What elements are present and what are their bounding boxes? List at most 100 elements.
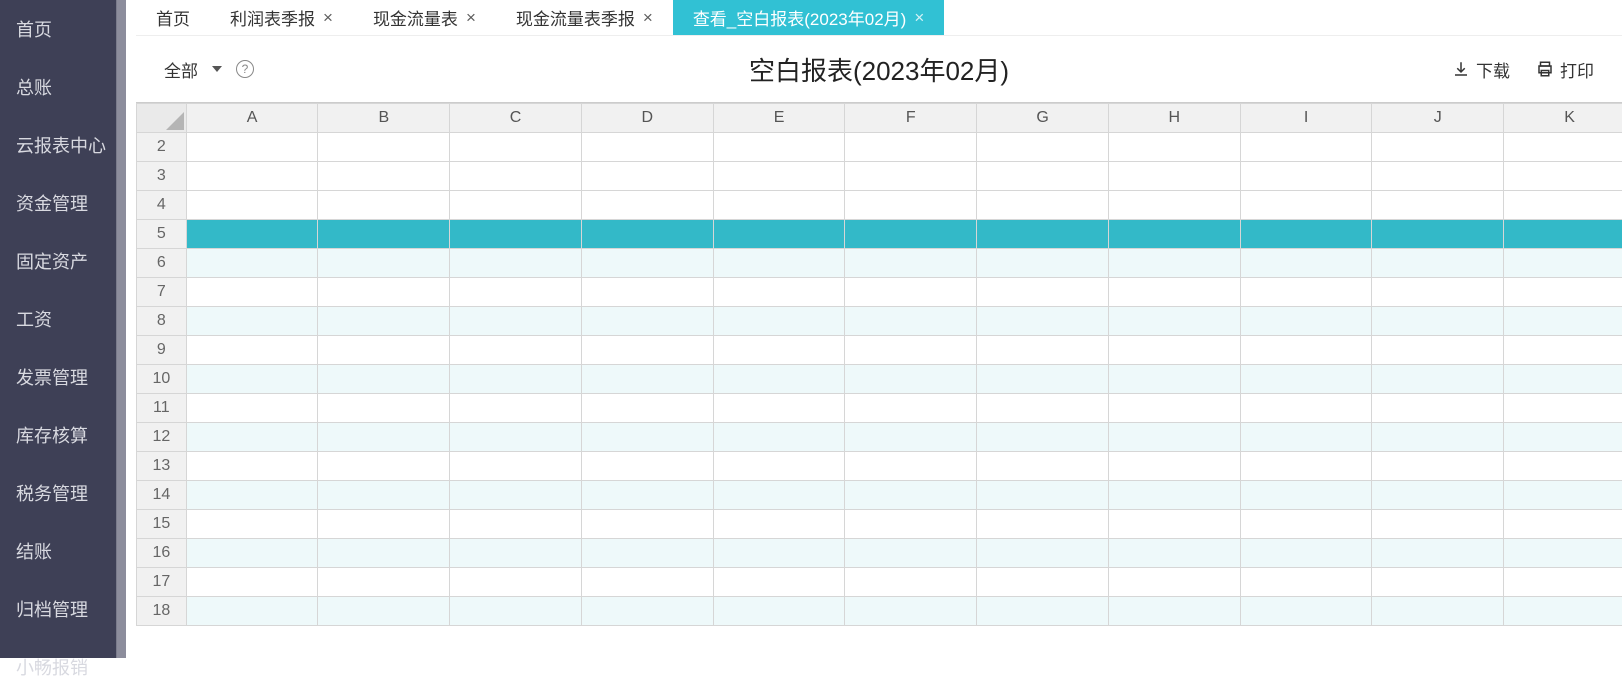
- cell-E3[interactable]: [713, 162, 845, 191]
- cell-H4[interactable]: [1108, 191, 1240, 220]
- help-icon[interactable]: ?: [236, 60, 254, 78]
- cell-F6[interactable]: [845, 249, 977, 278]
- cell-I7[interactable]: [1240, 278, 1372, 307]
- cell-A3[interactable]: [186, 162, 318, 191]
- cell-I11[interactable]: [1240, 394, 1372, 423]
- cell-F7[interactable]: [845, 278, 977, 307]
- cell-D2[interactable]: [581, 133, 713, 162]
- cell-F18[interactable]: [845, 597, 977, 626]
- sidebar-item-9[interactable]: 结账: [0, 522, 126, 580]
- cell-I17[interactable]: [1240, 568, 1372, 597]
- cell-B16[interactable]: [318, 539, 450, 568]
- row-header-15[interactable]: 15: [137, 510, 187, 539]
- cell-A2[interactable]: [186, 133, 318, 162]
- row-header-12[interactable]: 12: [137, 423, 187, 452]
- cell-J13[interactable]: [1372, 452, 1504, 481]
- cell-G14[interactable]: [977, 481, 1109, 510]
- cell-J6[interactable]: [1372, 249, 1504, 278]
- cell-I6[interactable]: [1240, 249, 1372, 278]
- tab-3[interactable]: 现金流量表季报×: [496, 0, 673, 35]
- cell-C17[interactable]: [450, 568, 582, 597]
- cell-G6[interactable]: [977, 249, 1109, 278]
- cell-J12[interactable]: [1372, 423, 1504, 452]
- cell-E7[interactable]: [713, 278, 845, 307]
- cell-D16[interactable]: [581, 539, 713, 568]
- cell-H8[interactable]: [1108, 307, 1240, 336]
- cell-E16[interactable]: [713, 539, 845, 568]
- cell-G8[interactable]: [977, 307, 1109, 336]
- cell-F10[interactable]: [845, 365, 977, 394]
- spreadsheet[interactable]: ABCDEFGHIJK23456789101112131415161718: [136, 102, 1622, 658]
- cell-H15[interactable]: [1108, 510, 1240, 539]
- cell-B3[interactable]: [318, 162, 450, 191]
- cell-H13[interactable]: [1108, 452, 1240, 481]
- cell-E15[interactable]: [713, 510, 845, 539]
- cell-K5[interactable]: [1504, 220, 1622, 249]
- row-header-10[interactable]: 10: [137, 365, 187, 394]
- cell-H9[interactable]: [1108, 336, 1240, 365]
- cell-J17[interactable]: [1372, 568, 1504, 597]
- cell-K6[interactable]: [1504, 249, 1622, 278]
- column-header-F[interactable]: F: [845, 104, 977, 133]
- cell-A11[interactable]: [186, 394, 318, 423]
- cell-D13[interactable]: [581, 452, 713, 481]
- cell-K10[interactable]: [1504, 365, 1622, 394]
- cell-G10[interactable]: [977, 365, 1109, 394]
- tab-0[interactable]: 首页: [136, 0, 210, 35]
- cell-J9[interactable]: [1372, 336, 1504, 365]
- sidebar-item-4[interactable]: 固定资产: [0, 232, 126, 290]
- cell-K17[interactable]: [1504, 568, 1622, 597]
- cell-A5[interactable]: [186, 220, 318, 249]
- cell-E8[interactable]: [713, 307, 845, 336]
- tab-2[interactable]: 现金流量表×: [353, 0, 496, 35]
- cell-G15[interactable]: [977, 510, 1109, 539]
- close-icon[interactable]: ×: [466, 9, 476, 26]
- cell-D7[interactable]: [581, 278, 713, 307]
- cell-B12[interactable]: [318, 423, 450, 452]
- row-header-5[interactable]: 5: [137, 220, 187, 249]
- cell-G4[interactable]: [977, 191, 1109, 220]
- cell-H12[interactable]: [1108, 423, 1240, 452]
- cell-A15[interactable]: [186, 510, 318, 539]
- cell-F12[interactable]: [845, 423, 977, 452]
- cell-H2[interactable]: [1108, 133, 1240, 162]
- cell-B17[interactable]: [318, 568, 450, 597]
- cell-D10[interactable]: [581, 365, 713, 394]
- cell-J4[interactable]: [1372, 191, 1504, 220]
- column-header-G[interactable]: G: [977, 104, 1109, 133]
- cell-F14[interactable]: [845, 481, 977, 510]
- row-header-11[interactable]: 11: [137, 394, 187, 423]
- cell-K3[interactable]: [1504, 162, 1622, 191]
- cell-A4[interactable]: [186, 191, 318, 220]
- column-header-D[interactable]: D: [581, 104, 713, 133]
- cell-D15[interactable]: [581, 510, 713, 539]
- cell-H6[interactable]: [1108, 249, 1240, 278]
- cell-E18[interactable]: [713, 597, 845, 626]
- cell-F8[interactable]: [845, 307, 977, 336]
- column-header-J[interactable]: J: [1372, 104, 1504, 133]
- sidebar-item-8[interactable]: 税务管理: [0, 464, 126, 522]
- cell-B8[interactable]: [318, 307, 450, 336]
- cell-H7[interactable]: [1108, 278, 1240, 307]
- sidebar-item-6[interactable]: 发票管理: [0, 348, 126, 406]
- cell-G18[interactable]: [977, 597, 1109, 626]
- cell-J15[interactable]: [1372, 510, 1504, 539]
- cell-C11[interactable]: [450, 394, 582, 423]
- cell-G13[interactable]: [977, 452, 1109, 481]
- row-header-3[interactable]: 3: [137, 162, 187, 191]
- cell-D11[interactable]: [581, 394, 713, 423]
- cell-H10[interactable]: [1108, 365, 1240, 394]
- cell-J8[interactable]: [1372, 307, 1504, 336]
- cell-I3[interactable]: [1240, 162, 1372, 191]
- cell-C3[interactable]: [450, 162, 582, 191]
- cell-D4[interactable]: [581, 191, 713, 220]
- cell-J7[interactable]: [1372, 278, 1504, 307]
- row-header-18[interactable]: 18: [137, 597, 187, 626]
- row-header-13[interactable]: 13: [137, 452, 187, 481]
- cell-E5[interactable]: [713, 220, 845, 249]
- cell-C6[interactable]: [450, 249, 582, 278]
- cell-B9[interactable]: [318, 336, 450, 365]
- cell-C2[interactable]: [450, 133, 582, 162]
- cell-J5[interactable]: [1372, 220, 1504, 249]
- cell-D14[interactable]: [581, 481, 713, 510]
